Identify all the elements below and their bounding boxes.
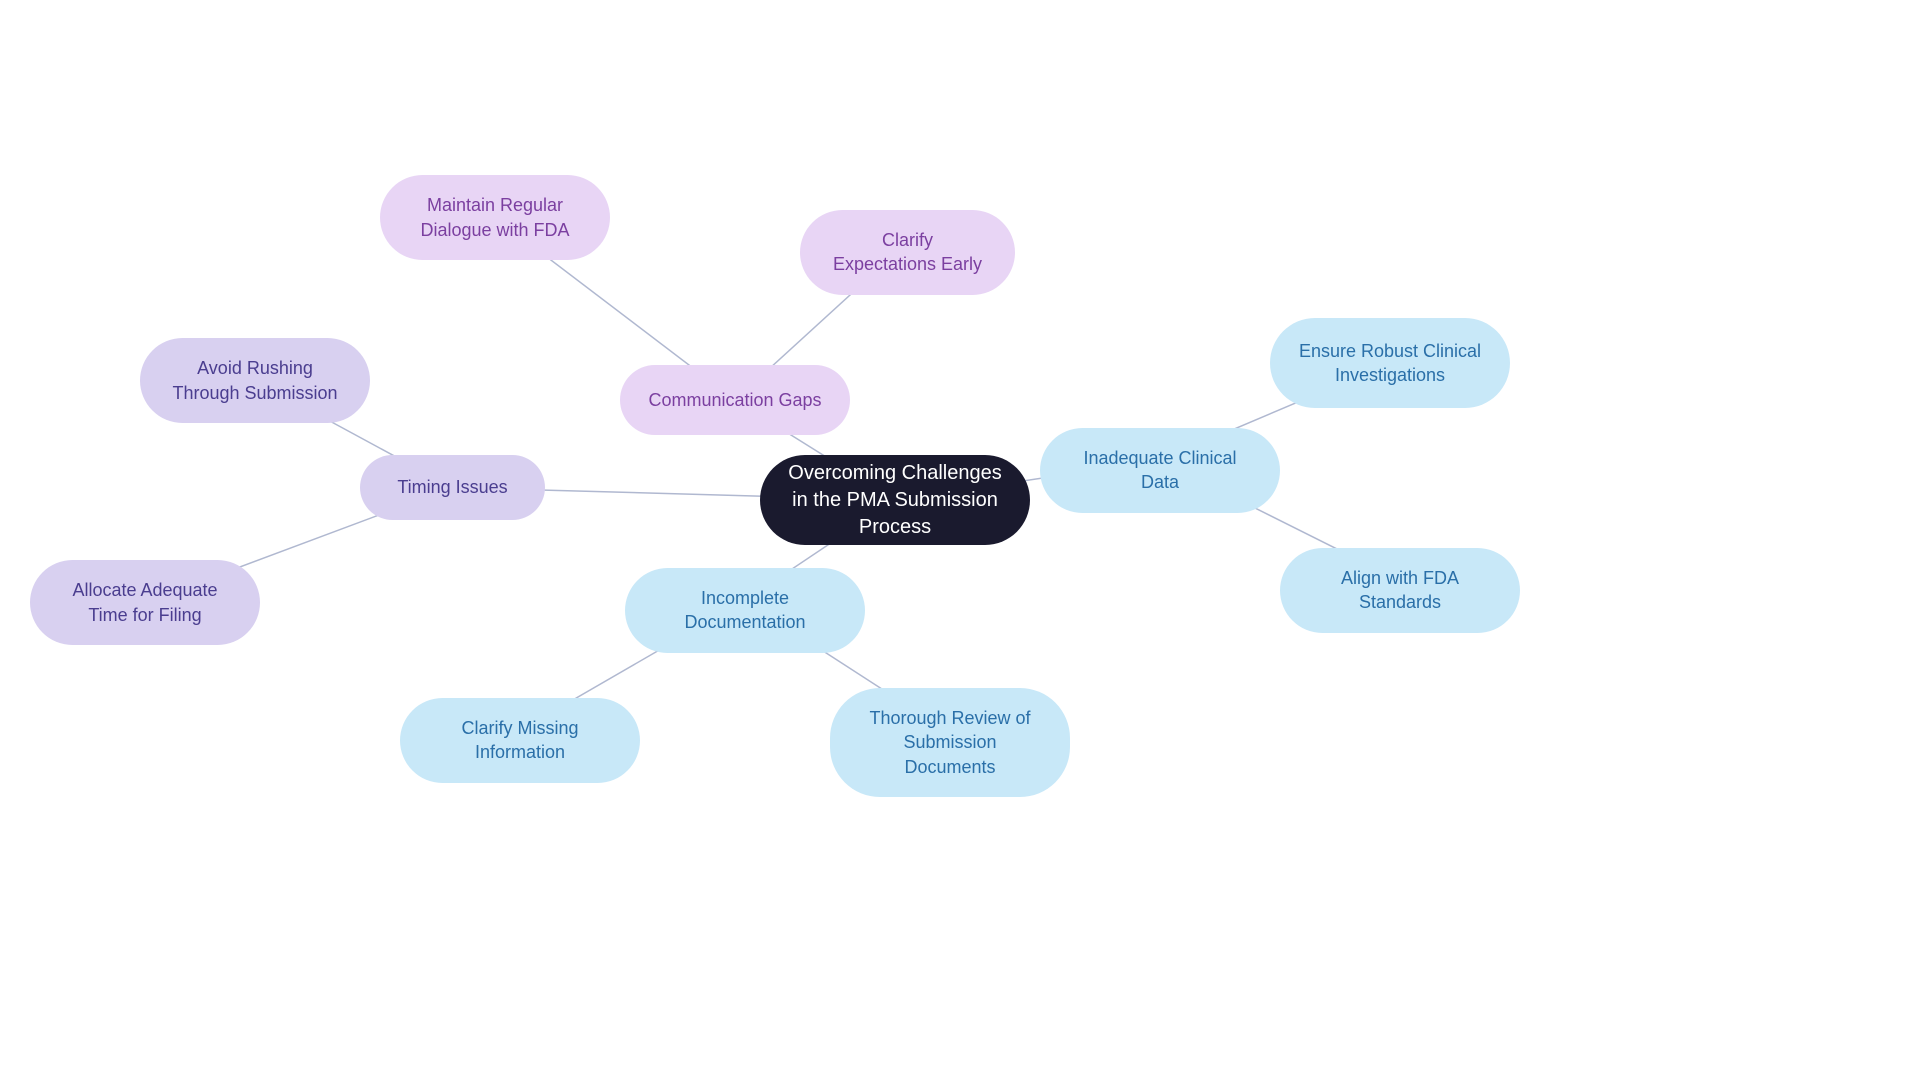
node-clarify-expectations: Clarify Expectations Early	[800, 210, 1015, 295]
node-thorough-review: Thorough Review of Submission Documents	[830, 688, 1070, 797]
node-incomplete-docs: Incomplete Documentation	[625, 568, 865, 653]
node-clarify-missing: Clarify Missing Information	[400, 698, 640, 783]
node-communication-gaps: Communication Gaps	[620, 365, 850, 435]
node-allocate-time: Allocate Adequate Time for Filing	[30, 560, 260, 645]
node-ensure-robust: Ensure Robust Clinical Investigations	[1270, 318, 1510, 408]
node-avoid-rushing: Avoid Rushing Through Submission	[140, 338, 370, 423]
center-node: Overcoming Challenges in the PMA Submiss…	[760, 455, 1030, 545]
node-inadequate-clinical: Inadequate Clinical Data	[1040, 428, 1280, 513]
node-align-fda: Align with FDA Standards	[1280, 548, 1520, 633]
node-timing-issues: Timing Issues	[360, 455, 545, 520]
node-maintain-dialogue: Maintain Regular Dialogue with FDA	[380, 175, 610, 260]
mind-map-container: Overcoming Challenges in the PMA Submiss…	[0, 0, 1920, 1083]
